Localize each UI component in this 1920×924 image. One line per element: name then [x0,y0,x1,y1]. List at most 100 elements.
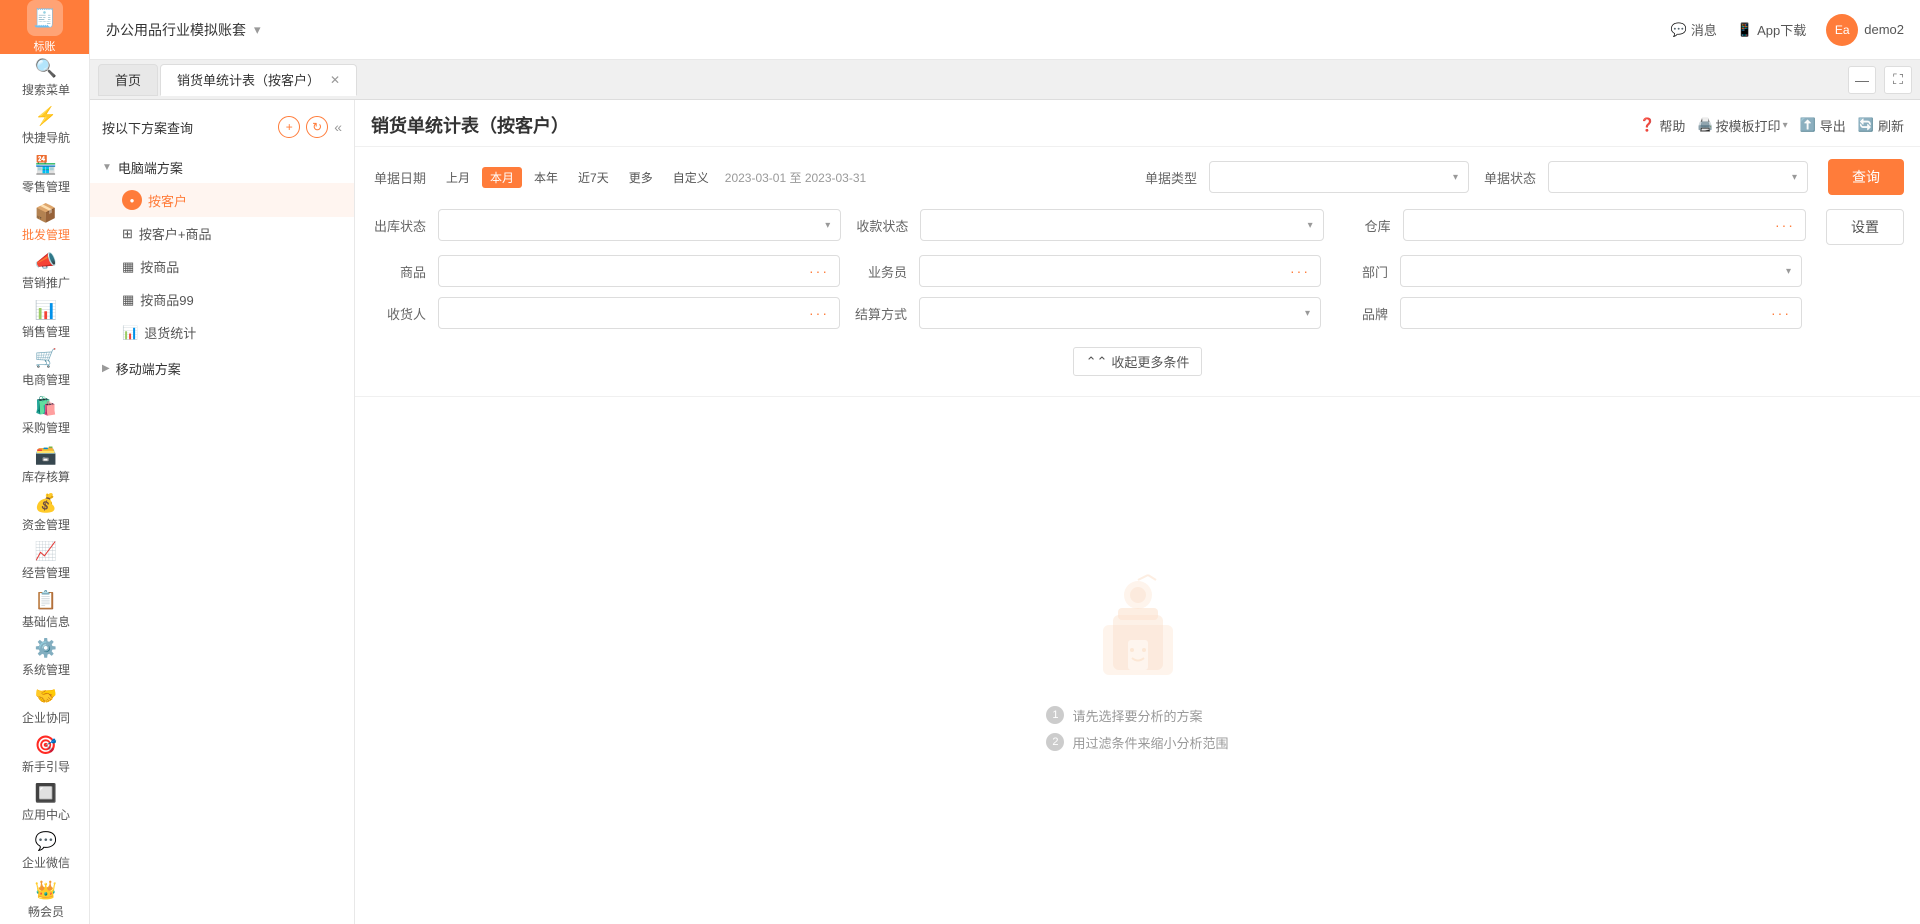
header-left: 办公用品行业模拟账套 ▾ [106,20,261,40]
system-icon: ⚙️ [35,638,57,659]
tab-expand-btn[interactable]: ⛶ [1884,66,1912,94]
sidebar-item-app-center[interactable]: 🔲 应用中心 [0,779,89,827]
sidebar-item-operations[interactable]: 📈 经营管理 [0,537,89,585]
sidebar-item-wholesale[interactable]: 📦 批发管理 [0,199,89,247]
date-btn-this-month[interactable]: 本月 [482,167,522,188]
tab-sales-report[interactable]: 销货单统计表（按客户） ✕ [160,64,357,96]
settlement-select[interactable]: ▾ [919,297,1321,329]
tree-item-by-product[interactable]: ▦ 按商品 [90,250,354,283]
sidebar-item-purchase[interactable]: 🛍️ 采购管理 [0,392,89,440]
help-icon: ❓ [1639,117,1655,133]
sidebar-item-sales[interactable]: 📊 销售管理 [0,296,89,344]
order-status-select[interactable]: ▾ [1548,161,1808,193]
user-avatar: Ea [1826,14,1858,46]
member-icon: 👑 [35,880,57,901]
sidebar-item-system[interactable]: ⚙️ 系统管理 [0,634,89,682]
tab-close-icon[interactable]: ✕ [330,73,340,87]
collapse-more-btn[interactable]: ⌃⌃ 收起更多条件 [1073,347,1203,376]
tree-group-desktop: ▼ 电脑端方案 ● 按客户 ⊞ 按客户+商品 [90,150,354,351]
tree-item-customer-product-label: 按客户+商品 [139,224,212,243]
app-download-btn[interactable]: 📱 App下载 [1737,20,1806,39]
tree-section-desktop: ▼ 电脑端方案 ● 按客户 ⊞ 按客户+商品 [90,146,354,390]
add-icon: + [286,120,293,134]
sidebar-item-basic-info[interactable]: 📋 基础信息 [0,586,89,634]
help-btn[interactable]: ❓ 帮助 [1639,116,1685,135]
print-btn[interactable]: 🖨️ 按模板打印 ▾ [1697,116,1787,135]
warehouse-dots: ··· [1775,217,1795,233]
sidebar-item-finance[interactable]: 💰 资金管理 [0,489,89,537]
export-btn[interactable]: ⬆️ 导出 [1800,116,1846,135]
logo[interactable]: 🧾 标账 [0,0,89,54]
purchase-icon: 🛍️ [35,396,57,417]
warehouse-select[interactable]: ··· [1403,209,1806,241]
sidebar-item-marketing-label: 营销推广 [22,274,70,291]
tip-num-2: 2 [1046,733,1064,751]
date-btn-last-7days[interactable]: 近7天 [570,167,617,188]
sidebar-item-search[interactable]: 🔍 搜索菜单 [0,54,89,102]
sidebar-item-app-center-label: 应用中心 [22,806,70,823]
tree-group-mobile-header[interactable]: ▶ 移动端方案 [90,353,354,384]
right-content: 销货单统计表（按客户） ❓ 帮助 🖨️ 按模板打印 ▾ ⬆️ 导出 [355,100,1920,924]
tab-minimize-btn[interactable]: — [1848,66,1876,94]
query-btn[interactable]: 查询 [1828,159,1904,195]
date-btn-more[interactable]: 更多 [621,167,661,188]
tree-item-return-stats[interactable]: 📊 退货统计 [90,316,354,349]
export-icon: ⬆️ [1800,117,1816,133]
sidebar-item-guide[interactable]: 🎯 新手引导 [0,731,89,779]
date-btn-this-year[interactable]: 本年 [526,167,566,188]
sidebar-item-search-label: 搜索菜单 [22,81,70,98]
filter-row-4: 收货人 ··· 结算方式 ▾ 品牌 ··· [371,297,1904,329]
order-type-select[interactable]: ▾ [1209,161,1469,193]
collapse-panel-btn[interactable]: « [334,119,342,135]
tree-item-customer-product[interactable]: ⊞ 按客户+商品 [90,217,354,250]
date-btn-last-month[interactable]: 上月 [438,167,478,188]
tree-item-by-product-label: 按商品 [140,257,179,276]
top-header: 办公用品行业模拟账套 ▾ 💬 消息 📱 App下载 Ea demo2 [90,0,1920,60]
sidebar-item-inventory[interactable]: 🗃️ 库存核算 [0,441,89,489]
grid-icon: ⊞ [122,226,133,242]
tab-bar: 首页 销货单统计表（按客户） ✕ — ⛶ [90,60,1920,100]
table-icon-2: ▦ [122,292,134,308]
product-select[interactable]: ··· [438,255,840,287]
user-name: demo2 [1864,22,1904,37]
tab-home[interactable]: 首页 [98,64,158,96]
out-status-label: 出库状态 [371,216,426,235]
warehouse-label: 仓库 [1336,216,1391,235]
brand-dots: ··· [1771,305,1791,321]
sidebar-item-marketing[interactable]: 📣 营销推广 [0,247,89,295]
payment-status-select[interactable]: ▾ [920,209,1323,241]
receiver-select[interactable]: ··· [438,297,840,329]
tree-item-by-product99[interactable]: ▦ 按商品99 [90,283,354,316]
sidebar-item-guide-label: 新手引导 [22,758,70,775]
sidebar-item-member[interactable]: 👑 畅会员 [0,876,89,924]
department-arrow: ▾ [1786,266,1791,277]
sidebar-item-retail[interactable]: 🏪 零售管理 [0,151,89,199]
tree-group-desktop-label: 电脑端方案 [118,158,183,177]
sidebar-item-ecommerce-label: 电商管理 [22,371,70,388]
left-panel-actions: + ↻ « [278,116,342,138]
sidebar-item-quick-nav[interactable]: ⚡ 快捷导航 [0,102,89,150]
sidebar-item-wechat-label: 企业微信 [22,854,70,871]
header-dropdown-arrow[interactable]: ▾ [254,22,261,38]
refresh-btn[interactable]: 🔄 刷新 [1858,116,1904,135]
message-btn[interactable]: 💬 消息 [1671,20,1717,39]
product-label: 商品 [371,262,426,281]
refresh-icon-page: 🔄 [1858,117,1874,133]
tree-item-by-customer-label: 按客户 [148,191,187,210]
brand-select[interactable]: ··· [1400,297,1802,329]
settlement-arrow: ▾ [1305,308,1310,319]
sidebar-item-enterprise[interactable]: 🤝 企业协同 [0,682,89,730]
salesperson-select[interactable]: ··· [919,255,1321,287]
department-select[interactable]: ▾ [1400,255,1802,287]
out-status-select[interactable]: ▾ [438,209,841,241]
add-scheme-btn[interactable]: + [278,116,300,138]
tree-group-desktop-header[interactable]: ▼ 电脑端方案 [90,152,354,183]
settings-btn[interactable]: 设置 [1826,209,1904,245]
payment-status-label: 收款状态 [853,216,908,235]
sidebar-item-wechat[interactable]: 💬 企业微信 [0,827,89,875]
tree-item-by-customer[interactable]: ● 按客户 [90,183,354,217]
date-btn-custom[interactable]: 自定义 [665,167,717,188]
sidebar-item-ecommerce[interactable]: 🛒 电商管理 [0,344,89,392]
user-profile-btn[interactable]: Ea demo2 [1826,14,1904,46]
refresh-scheme-btn[interactable]: ↻ [306,116,328,138]
